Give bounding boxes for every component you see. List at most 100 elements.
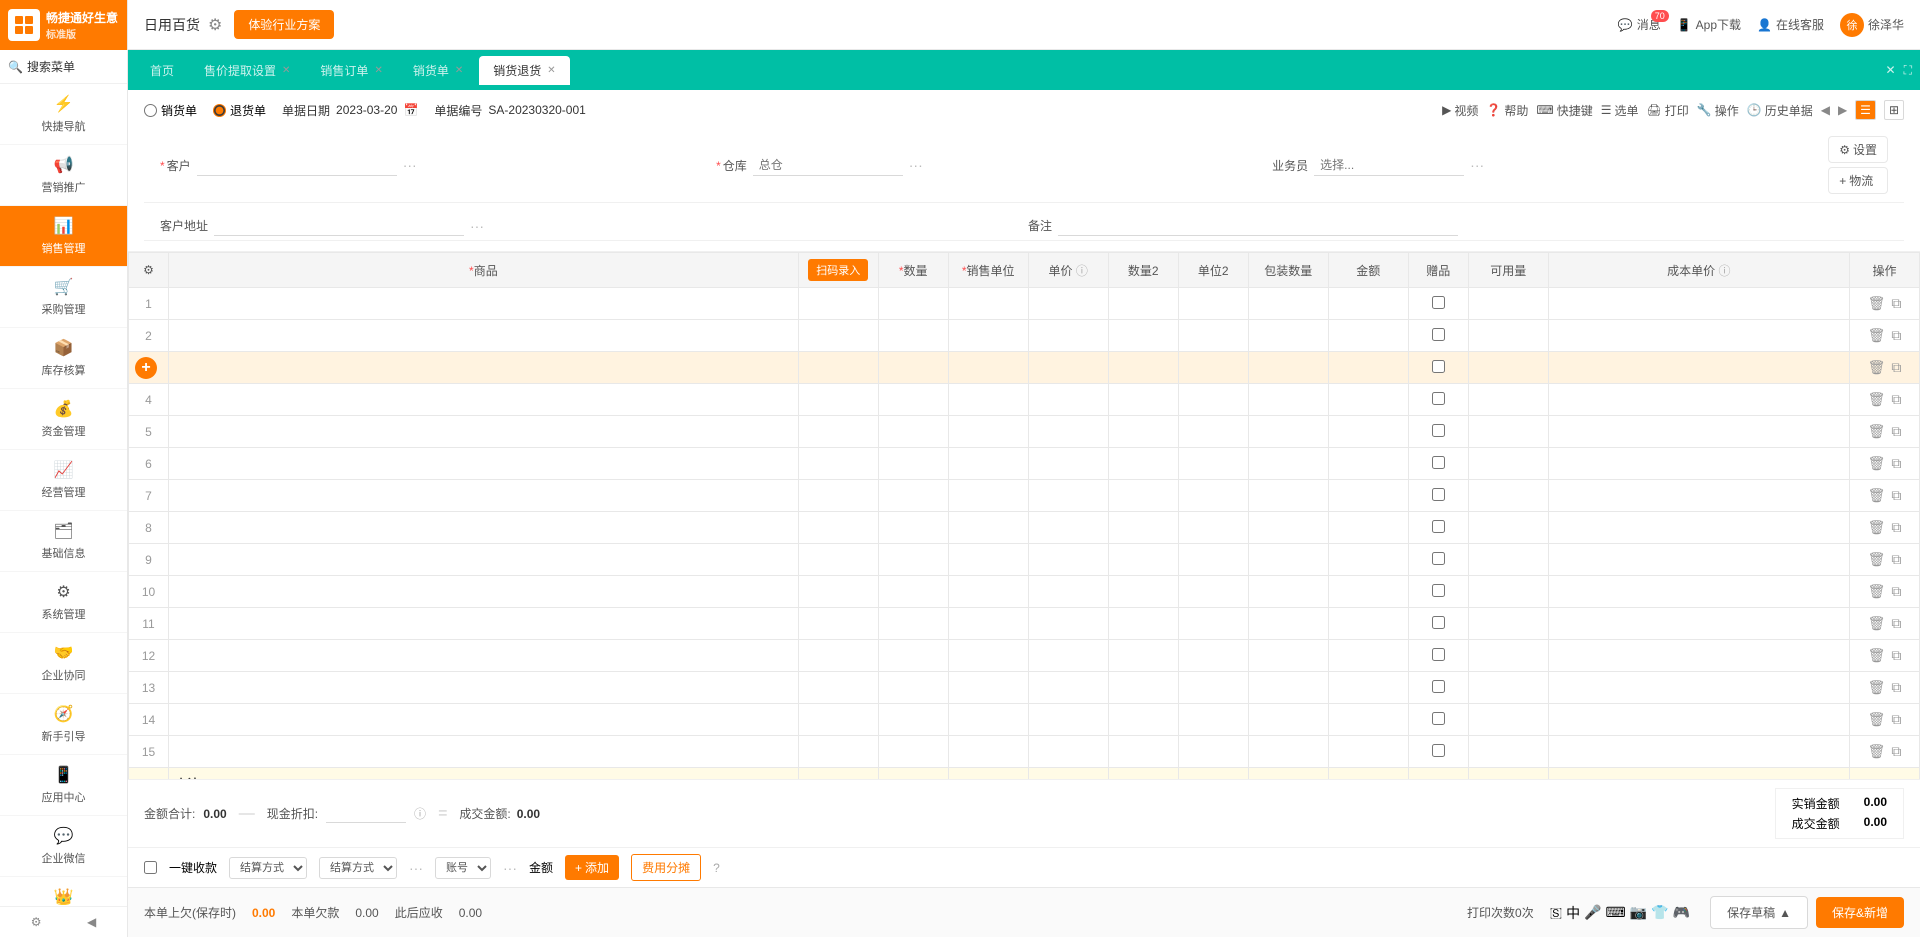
sidebar-item-purchase[interactable]: 🛒 采购管理 [0, 267, 127, 328]
expense-help-icon[interactable]: ? [713, 861, 720, 875]
gift-cell-11[interactable] [1408, 608, 1468, 640]
package-qty-cell-13[interactable] [1248, 672, 1328, 704]
delete-icon-5[interactable]: 🗑 [1868, 423, 1886, 440]
quantity-cell-2[interactable] [878, 320, 948, 352]
quantity-cell-10[interactable] [878, 576, 948, 608]
package-qty-cell-10[interactable] [1248, 576, 1328, 608]
sales-unit-cell-14[interactable] [948, 704, 1028, 736]
gift-cell-12[interactable] [1408, 640, 1468, 672]
one-click-payment-checkbox[interactable] [144, 861, 157, 874]
gift-checkbox-9[interactable] [1432, 552, 1445, 565]
amount-cell-9[interactable] [1328, 544, 1408, 576]
customer-input[interactable] [197, 155, 397, 176]
amount-cell-1[interactable] [1328, 288, 1408, 320]
gift-checkbox-15[interactable] [1432, 744, 1445, 757]
product-cell-11[interactable] [169, 608, 799, 640]
amount-cell-8[interactable] [1328, 512, 1408, 544]
unit-price-cell-3[interactable] [1028, 352, 1108, 384]
copy-icon-1[interactable]: ⧉ [1891, 295, 1901, 312]
calc-method-select2[interactable]: 结算方式 [319, 857, 397, 879]
save-new-btn[interactable]: 保存&新增 [1816, 897, 1904, 928]
date-value[interactable]: 2023-03-20 [336, 103, 397, 117]
package-qty-cell-3[interactable] [1248, 352, 1328, 384]
copy-icon-9[interactable]: ⧉ [1891, 551, 1901, 568]
unit2-cell-10[interactable] [1178, 576, 1248, 608]
salesperson-input[interactable] [1314, 155, 1464, 176]
package-qty-cell-6[interactable] [1248, 448, 1328, 480]
quantity-cell-15[interactable] [878, 736, 948, 768]
topbar-gear[interactable]: ⚙ [208, 15, 222, 35]
copy-icon-7[interactable]: ⧉ [1891, 487, 1901, 504]
qty2-cell-6[interactable] [1108, 448, 1178, 480]
package-qty-cell-2[interactable] [1248, 320, 1328, 352]
qty2-cell-15[interactable] [1108, 736, 1178, 768]
sales-unit-cell-12[interactable] [948, 640, 1028, 672]
quantity-cell-9[interactable] [878, 544, 948, 576]
product-cell-7[interactable] [169, 480, 799, 512]
unit2-cell-14[interactable] [1178, 704, 1248, 736]
save-draft-btn[interactable]: 保存草稿 ▲ [1710, 896, 1808, 929]
customer-dots-btn[interactable]: ··· [403, 157, 417, 173]
qty2-cell-9[interactable] [1108, 544, 1178, 576]
payment-dots-btn[interactable]: ··· [409, 860, 423, 876]
unit-price-cell-4[interactable] [1028, 384, 1108, 416]
settings-btn[interactable]: ⚙ 设置 [1828, 136, 1888, 163]
gift-checkbox-11[interactable] [1432, 616, 1445, 629]
amount-cell-10[interactable] [1328, 576, 1408, 608]
unit2-cell-1[interactable] [1178, 288, 1248, 320]
gift-checkbox-1[interactable] [1432, 296, 1445, 309]
sidebar-item-system[interactable]: ⚙ 系统管理 [0, 572, 127, 633]
package-qty-cell-14[interactable] [1248, 704, 1328, 736]
sales-unit-cell-5[interactable] [948, 416, 1028, 448]
tab-close-price-setting[interactable]: ✕ [282, 65, 290, 76]
unit2-cell-15[interactable] [1178, 736, 1248, 768]
unit2-cell-9[interactable] [1178, 544, 1248, 576]
delete-icon-12[interactable]: 🗑 [1868, 647, 1886, 664]
tab-close-sales-delivery[interactable]: ✕ [455, 65, 463, 76]
product-cell-15[interactable] [169, 736, 799, 768]
quantity-cell-13[interactable] [878, 672, 948, 704]
tab-close-sales-order[interactable]: ✕ [374, 65, 382, 76]
gift-checkbox-5[interactable] [1432, 424, 1445, 437]
address-input[interactable] [214, 215, 464, 236]
shortcut-btn[interactable]: ⌨ 快捷键 [1536, 102, 1592, 119]
unit-price-cell-1[interactable] [1028, 288, 1108, 320]
package-qty-cell-4[interactable] [1248, 384, 1328, 416]
gift-checkbox-7[interactable] [1432, 488, 1445, 501]
unit-price-cell-2[interactable] [1028, 320, 1108, 352]
unit2-cell-5[interactable] [1178, 416, 1248, 448]
discount-input[interactable] [326, 804, 406, 823]
gift-checkbox-12[interactable] [1432, 648, 1445, 661]
package-qty-cell-8[interactable] [1248, 512, 1328, 544]
quantity-cell-12[interactable] [878, 640, 948, 672]
calc-method-select[interactable]: 结算方式 [229, 857, 307, 879]
unit-price-info-icon[interactable]: ⓘ [1076, 264, 1088, 278]
amount-cell-7[interactable] [1328, 480, 1408, 512]
unit-price-cell-5[interactable] [1028, 416, 1108, 448]
package-qty-cell-9[interactable] [1248, 544, 1328, 576]
toolbar-icon-6[interactable]: 👕 [1651, 904, 1668, 921]
delete-icon-6[interactable]: 🗑 [1868, 455, 1886, 472]
delete-icon-3[interactable]: 🗑 [1868, 359, 1886, 376]
online-service-button[interactable]: 👤 在线客服 [1757, 16, 1824, 33]
add-row-btn[interactable]: + [135, 357, 157, 379]
delete-icon-13[interactable]: 🗑 [1868, 679, 1886, 696]
app-download-button[interactable]: 📱 App下载 [1677, 16, 1741, 33]
warehouse-dots-btn[interactable]: ··· [909, 157, 923, 173]
package-qty-cell-11[interactable] [1248, 608, 1328, 640]
sales-unit-cell-3[interactable] [948, 352, 1028, 384]
delete-icon-4[interactable]: 🗑 [1868, 391, 1886, 408]
card-view-btn[interactable]: ⊞ [1884, 100, 1904, 120]
tab-sales-delivery[interactable]: 销货单✕ [399, 56, 477, 85]
scan-btn[interactable]: 扫码录入 [808, 259, 868, 281]
sidebar-item-cooperation[interactable]: 🤝 企业协同 [0, 633, 127, 694]
unit2-cell-4[interactable] [1178, 384, 1248, 416]
product-cell-10[interactable] [169, 576, 799, 608]
unit2-cell-11[interactable] [1178, 608, 1248, 640]
package-qty-cell-12[interactable] [1248, 640, 1328, 672]
unit-price-cell-12[interactable] [1028, 640, 1108, 672]
tab-close-sales-return[interactable]: ✕ [547, 65, 555, 76]
package-qty-cell-15[interactable] [1248, 736, 1328, 768]
qty2-cell-4[interactable] [1108, 384, 1178, 416]
delete-icon-7[interactable]: 🗑 [1868, 487, 1886, 504]
